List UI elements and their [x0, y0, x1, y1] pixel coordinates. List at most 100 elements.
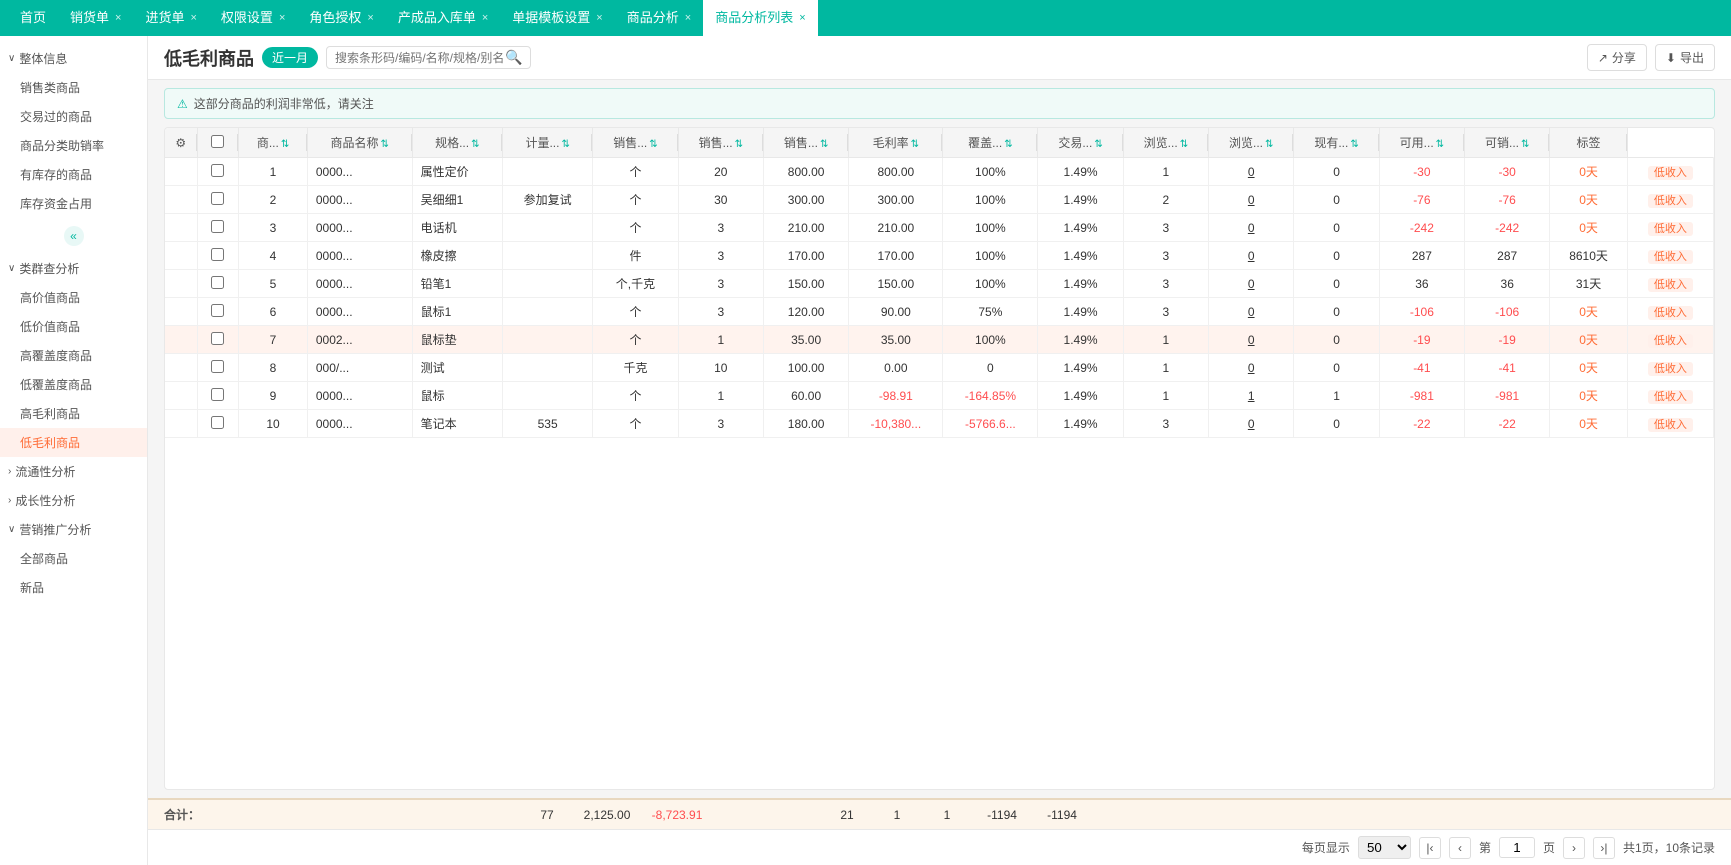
row-select-checkbox[interactable]: [211, 360, 224, 373]
sidebar-item-sales-products[interactable]: 销售类商品: [0, 73, 147, 102]
nav-permissions[interactable]: 权限设置 ×: [209, 0, 297, 36]
sort-icon[interactable]: ⇅: [1004, 139, 1012, 150]
row-views1[interactable]: 0: [1209, 326, 1294, 354]
sidebar-item-low-margin[interactable]: 低毛利商品: [0, 428, 147, 457]
nav-product-analysis[interactable]: 商品分析 ×: [615, 0, 703, 36]
row-views1[interactable]: 1: [1209, 382, 1294, 410]
row-views1[interactable]: 0: [1209, 270, 1294, 298]
nav-template-settings[interactable]: 单据模板设置 ×: [500, 0, 614, 36]
share-button[interactable]: ↗ 分享: [1587, 44, 1647, 71]
sidebar-group-overview[interactable]: ∨ 整体信息: [0, 44, 147, 73]
period-badge[interactable]: 近一月: [262, 47, 318, 68]
close-icon[interactable]: ×: [685, 0, 691, 36]
col-header-current-stock: 现有...⇅: [1294, 128, 1379, 158]
close-icon[interactable]: ×: [799, 0, 805, 36]
sort-icon[interactable]: ⇅: [735, 139, 743, 150]
close-icon[interactable]: ×: [367, 0, 373, 36]
sidebar-item-high-margin[interactable]: 高毛利商品: [0, 399, 147, 428]
settings-col-header[interactable]: ⚙: [165, 128, 197, 158]
sort-icon[interactable]: ⇅: [1094, 139, 1102, 150]
row-checkbox: [197, 186, 239, 214]
nav-role-auth[interactable]: 角色授权 ×: [297, 0, 385, 36]
search-input[interactable]: [335, 51, 505, 65]
row-views1[interactable]: 0: [1209, 298, 1294, 326]
nav-product-in[interactable]: 产成品入库单 ×: [386, 0, 500, 36]
page-number-input[interactable]: [1499, 837, 1535, 858]
checkbox-col-header: [197, 128, 239, 158]
sort-icon[interactable]: ⇅: [820, 139, 828, 150]
close-icon[interactable]: ×: [115, 0, 121, 36]
row-select-checkbox[interactable]: [211, 276, 224, 289]
row-code: 0000...: [307, 186, 412, 214]
sidebar-item-in-stock[interactable]: 有库存的商品: [0, 160, 147, 189]
row-select-checkbox[interactable]: [211, 192, 224, 205]
sort-icon[interactable]: ⇅: [911, 139, 919, 150]
sidebar-item-high-value[interactable]: 高价值商品: [0, 283, 147, 312]
total-info: 共1页，10条记录: [1623, 839, 1715, 856]
sidebar-group-marketing[interactable]: ∨ 营销推广分析: [0, 515, 147, 544]
sidebar-item-low-value[interactable]: 低价值商品: [0, 312, 147, 341]
col-header-views1: 浏览...⇅: [1123, 128, 1208, 158]
nav-home[interactable]: 首页: [8, 0, 58, 36]
close-icon[interactable]: ×: [190, 0, 196, 36]
sort-icon[interactable]: ⇅: [1436, 139, 1444, 150]
sidebar-group-growth[interactable]: › 成长性分析: [0, 486, 147, 515]
sidebar-item-traded-products[interactable]: 交易过的商品: [0, 102, 147, 131]
first-page-button[interactable]: |‹: [1419, 837, 1441, 859]
data-table-wrapper: ⚙ 商...⇅ 商品名称⇅ 规格...⇅ 计量...⇅ 销售...⇅ 销售...…: [164, 127, 1715, 790]
row-saleable: 8610天: [1550, 242, 1627, 270]
sort-icon[interactable]: ⇅: [471, 139, 479, 150]
close-icon[interactable]: ×: [596, 0, 602, 36]
col-header-available: 可用...⇅: [1379, 128, 1464, 158]
row-gross-margin: 100%: [943, 270, 1038, 298]
sidebar-group-circulation[interactable]: › 流通性分析: [0, 457, 147, 486]
sidebar-item-new-products[interactable]: 新品: [0, 573, 147, 602]
row-select-checkbox[interactable]: [211, 248, 224, 261]
sidebar-item-low-coverage[interactable]: 低覆盖度商品: [0, 370, 147, 399]
row-current-stock: 287: [1379, 242, 1464, 270]
row-select-checkbox[interactable]: [211, 220, 224, 233]
row-views1[interactable]: 0: [1209, 186, 1294, 214]
row-select-checkbox[interactable]: [211, 304, 224, 317]
close-icon[interactable]: ×: [482, 0, 488, 36]
sidebar-item-category-rate[interactable]: 商品分类助销率: [0, 131, 147, 160]
table-row: 8 000/... 测试 千克 10 100.00 0.00 0 1.49% 1…: [165, 354, 1714, 382]
search-icon[interactable]: 🔍: [505, 49, 522, 66]
row-select-checkbox[interactable]: [211, 416, 224, 429]
nav-purchase-order[interactable]: 进货单 ×: [133, 0, 208, 36]
next-page-button[interactable]: ›: [1563, 837, 1585, 859]
export-button[interactable]: ⬇ 导出: [1655, 44, 1715, 71]
row-select-checkbox[interactable]: [211, 388, 224, 401]
sidebar-group-cluster[interactable]: ∨ 类群查分析: [0, 254, 147, 283]
row-select-checkbox[interactable]: [211, 164, 224, 177]
sort-icon[interactable]: ⇅: [1180, 139, 1188, 150]
per-page-select[interactable]: 50 20 100: [1358, 836, 1411, 859]
sort-icon[interactable]: ⇅: [561, 139, 569, 150]
nav-product-analysis-list[interactable]: 商品分析列表 ×: [703, 0, 817, 36]
nav-sales-order[interactable]: 销货单 ×: [58, 0, 133, 36]
row-views1[interactable]: 0: [1209, 410, 1294, 438]
row-views1[interactable]: 0: [1209, 214, 1294, 242]
prev-page-button[interactable]: ‹: [1449, 837, 1471, 859]
sidebar-collapse-button[interactable]: «: [64, 226, 84, 246]
sidebar-item-all-products[interactable]: 全部商品: [0, 544, 147, 573]
select-all-checkbox[interactable]: [211, 135, 224, 148]
sidebar-item-stock-capital[interactable]: 库存资金占用: [0, 189, 147, 218]
row-views1[interactable]: 0: [1209, 354, 1294, 382]
sort-icon[interactable]: ⇅: [381, 139, 389, 150]
total-views2: 1: [922, 808, 972, 822]
row-sales-profit: 0.00: [849, 354, 943, 382]
row-current-stock: -19: [1379, 326, 1464, 354]
row-views1[interactable]: 0: [1209, 242, 1294, 270]
sort-icon[interactable]: ⇅: [1350, 139, 1358, 150]
row-views1[interactable]: 0: [1209, 158, 1294, 186]
last-page-button[interactable]: ›|: [1593, 837, 1615, 859]
sort-icon[interactable]: ⇅: [1521, 139, 1529, 150]
sort-icon[interactable]: ⇅: [1265, 139, 1273, 150]
close-icon[interactable]: ×: [279, 0, 285, 36]
row-select-checkbox[interactable]: [211, 332, 224, 345]
sort-icon[interactable]: ⇅: [649, 139, 657, 150]
sidebar-item-high-coverage[interactable]: 高覆盖度商品: [0, 341, 147, 370]
row-name: 电话机: [412, 214, 502, 242]
sort-icon[interactable]: ⇅: [281, 139, 289, 150]
